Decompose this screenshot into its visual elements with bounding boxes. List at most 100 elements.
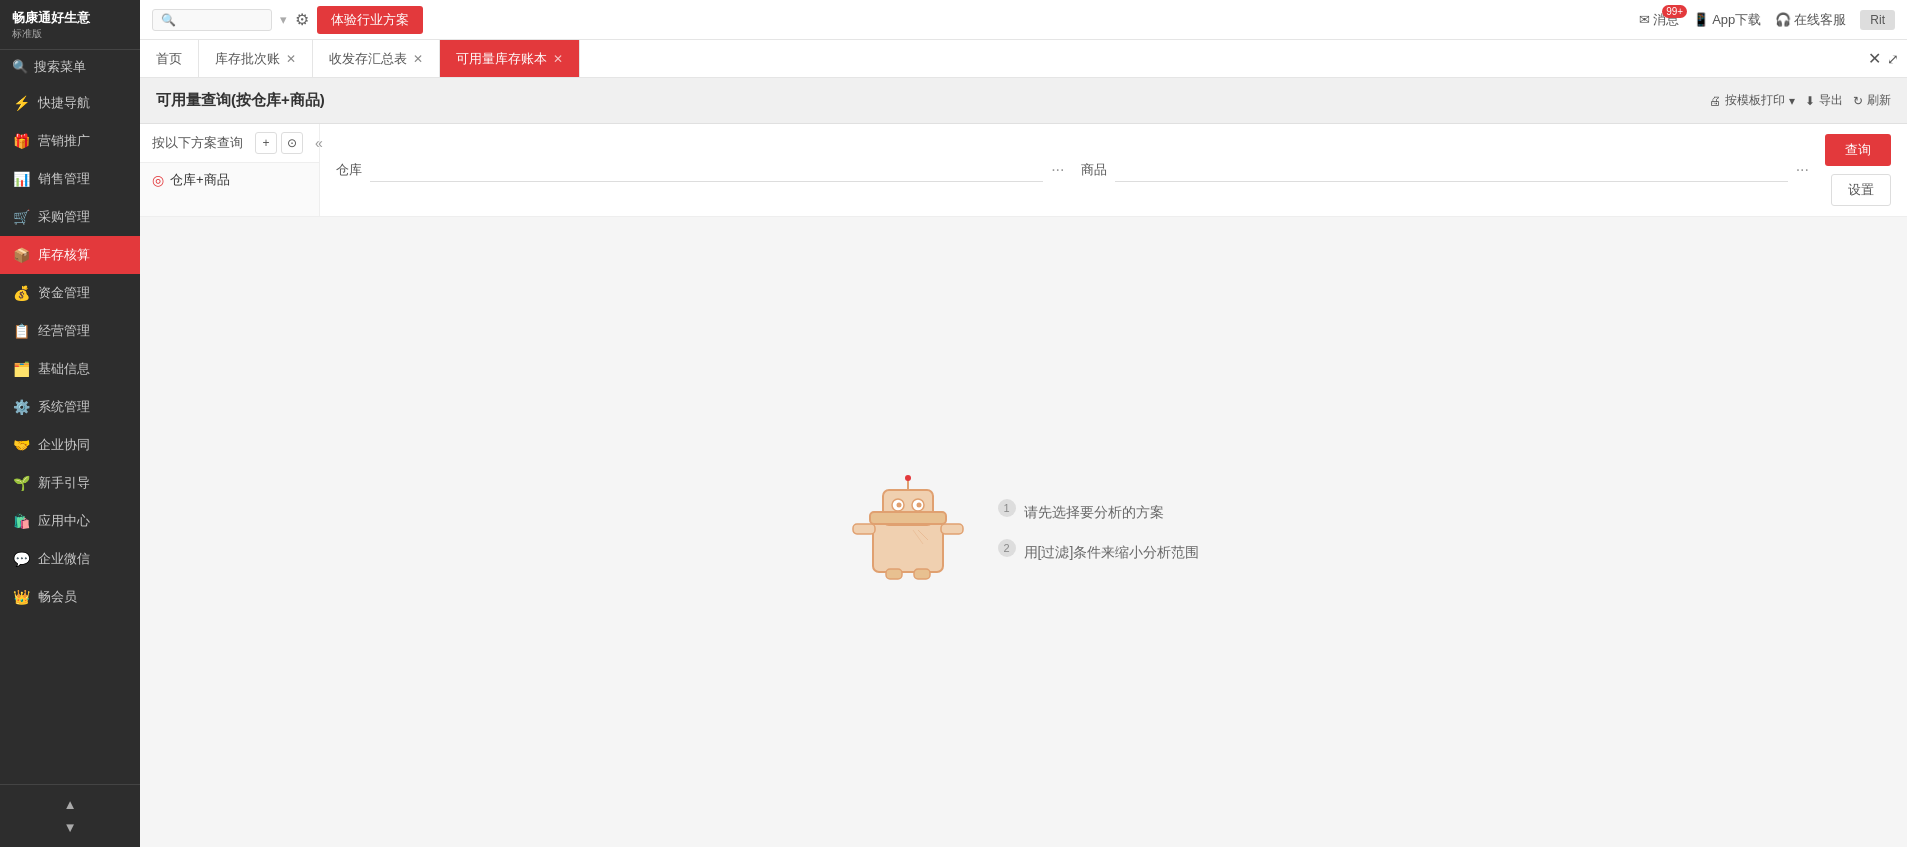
sidebar-item-label: 企业微信: [38, 550, 90, 568]
tab-available-label: 可用量库存账本: [456, 50, 547, 68]
filter-label: 按以下方案查询: [152, 134, 243, 152]
filter-row: 按以下方案查询 + ⊙ «: [140, 124, 319, 163]
marketing-icon: 🎁: [12, 133, 30, 149]
warehouse-input[interactable]: [370, 158, 1043, 182]
sidebar-item-label: 库存核算: [38, 246, 90, 264]
finance-icon: 💰: [12, 285, 30, 301]
refresh-label: 刷新: [1867, 92, 1891, 109]
svg-point-5: [916, 503, 921, 508]
sidebar-item-sales[interactable]: 📊 销售管理: [0, 160, 140, 198]
scheme-panel: 按以下方案查询 + ⊙ « ◎ 仓库+商品: [140, 124, 320, 216]
step-1-text: 请先选择要分析的方案: [1024, 498, 1164, 526]
svg-rect-8: [870, 512, 946, 524]
sidebar-item-appstore[interactable]: 🛍️ 应用中心: [0, 502, 140, 540]
tab-batch[interactable]: 库存批次账 ✕: [199, 40, 313, 77]
close-all-tabs-button[interactable]: ✕: [1868, 49, 1881, 68]
refresh-icon: ↻: [1853, 94, 1863, 108]
tab-batch-close[interactable]: ✕: [286, 52, 296, 66]
scheme-item-warehouse-goods[interactable]: ◎ 仓库+商品: [140, 163, 319, 197]
goods-label: 商品: [1081, 161, 1107, 179]
sidebar-item-operation[interactable]: 📋 经营管理: [0, 312, 140, 350]
warehouse-label: 仓库: [336, 161, 362, 179]
guide-icon: 🌱: [12, 475, 30, 491]
tab-home-label: 首页: [156, 50, 182, 68]
sidebar-item-system[interactable]: ⚙️ 系统管理: [0, 388, 140, 426]
query-button[interactable]: 查询: [1825, 134, 1891, 166]
warehouse-field: 仓库 ···: [336, 158, 1065, 182]
sidebar-item-quicknav[interactable]: ⚡ 快捷导航: [0, 84, 140, 122]
settings-scheme-button[interactable]: ⊙: [281, 132, 303, 154]
sidebar-item-label: 应用中心: [38, 512, 90, 530]
sidebar-item-label: 销售管理: [38, 170, 90, 188]
notification-badge: 99+: [1662, 5, 1687, 18]
user-menu[interactable]: Rit: [1860, 10, 1895, 30]
svg-point-4: [896, 503, 901, 508]
tab-available-close[interactable]: ✕: [553, 52, 563, 66]
service-label: 在线客服: [1794, 11, 1846, 29]
tab-home[interactable]: 首页: [140, 40, 199, 77]
print-button[interactable]: 🖨 按模板打印 ▾: [1709, 92, 1795, 109]
sidebar-item-inventory[interactable]: 📦 库存核算: [0, 236, 140, 274]
tab-batch-label: 库存批次账: [215, 50, 280, 68]
purchase-icon: 🛒: [12, 209, 30, 225]
topbar: 🔍 ▾ ⚙ 体验行业方案 ✉ 消息 99+ 📱 App下载 🎧 在线客服 Rit: [140, 0, 1907, 40]
system-icon: ⚙️: [12, 399, 30, 415]
sidebar-item-enterprise[interactable]: 🤝 企业协同: [0, 426, 140, 464]
print-icon: 🖨: [1709, 94, 1721, 108]
filter-area: 按以下方案查询 + ⊙ « ◎ 仓库+商品 仓库 ··· 商品: [140, 124, 1907, 217]
sidebar-item-basics[interactable]: 🗂️ 基础信息: [0, 350, 140, 388]
brand-name: 畅康通好生意: [12, 10, 128, 27]
sales-icon: 📊: [12, 171, 30, 187]
goods-more-button[interactable]: ···: [1796, 161, 1809, 179]
scheme-icon: ◎: [152, 172, 164, 188]
inventory-icon: 📦: [12, 247, 30, 263]
add-scheme-button[interactable]: +: [255, 132, 277, 154]
svg-rect-11: [886, 569, 902, 579]
page-title: 可用量查询(按仓库+商品): [156, 91, 1709, 110]
notification-button[interactable]: ✉ 消息 99+: [1639, 11, 1679, 29]
trial-button[interactable]: 体验行业方案: [317, 6, 423, 34]
expand-button[interactable]: ⤢: [1887, 51, 1899, 67]
sidebar-item-label: 企业协同: [38, 436, 90, 454]
sidebar-item-label: 营销推广: [38, 132, 90, 150]
svg-rect-12: [914, 569, 930, 579]
sidebar-item-finance[interactable]: 💰 资金管理: [0, 274, 140, 312]
tabbar: 首页 库存批次账 ✕ 收发存汇总表 ✕ 可用量库存账本 ✕ ✕ ⤢: [140, 40, 1907, 78]
tab-available[interactable]: 可用量库存账本 ✕: [440, 40, 580, 77]
topbar-dropdown-icon[interactable]: ▾: [280, 12, 287, 27]
export-icon: ⬇: [1805, 94, 1815, 108]
sidebar-item-member[interactable]: 👑 畅会员: [0, 578, 140, 616]
sidebar-item-label: 快捷导航: [38, 94, 90, 112]
export-button[interactable]: ⬇ 导出: [1805, 92, 1843, 109]
sidebar-item-wechat[interactable]: 💬 企业微信: [0, 540, 140, 578]
sidebar-item-purchase[interactable]: 🛒 采购管理: [0, 198, 140, 236]
svg-point-7: [905, 475, 911, 481]
goods-input[interactable]: [1115, 158, 1788, 182]
search-icon: 🔍: [12, 59, 28, 74]
sidebar-scroll-down[interactable]: ▼: [12, 816, 128, 839]
topbar-gear-icon[interactable]: ⚙: [295, 10, 309, 29]
sidebar-item-label: 资金管理: [38, 284, 90, 302]
sidebar-item-marketing[interactable]: 🎁 营销推广: [0, 122, 140, 160]
filter-fields-area: 仓库 ··· 商品 ··· 查询 设置: [320, 124, 1907, 216]
tab-summary[interactable]: 收发存汇总表 ✕: [313, 40, 440, 77]
sidebar-search[interactable]: 🔍 搜索菜单: [0, 50, 140, 84]
tabbar-end: ✕ ⤢: [1860, 40, 1907, 77]
online-service-button[interactable]: 🎧 在线客服: [1775, 11, 1846, 29]
app-download-button[interactable]: 📱 App下载: [1693, 11, 1761, 29]
refresh-button[interactable]: ↻ 刷新: [1853, 92, 1891, 109]
topbar-search[interactable]: 🔍: [152, 9, 272, 31]
empty-step-2: 2 用[过滤]条件来缩小分析范围: [998, 538, 1200, 566]
quicknav-icon: ⚡: [12, 95, 30, 111]
settings-button[interactable]: 设置: [1831, 174, 1891, 206]
empty-state: 1 请先选择要分析的方案 2 用[过滤]条件来缩小分析范围: [140, 217, 1907, 847]
enterprise-icon: 🤝: [12, 437, 30, 453]
sidebar-item-label: 基础信息: [38, 360, 90, 378]
print-dropdown-icon[interactable]: ▾: [1789, 94, 1795, 108]
tab-summary-close[interactable]: ✕: [413, 52, 423, 66]
svg-rect-9: [853, 524, 875, 534]
warehouse-more-button[interactable]: ···: [1051, 161, 1064, 179]
sidebar-nav: ⚡ 快捷导航 🎁 营销推广 📊 销售管理 🛒 采购管理 📦 库存核算 💰 资金管…: [0, 84, 140, 784]
sidebar-scroll-up[interactable]: ▲: [12, 793, 128, 816]
sidebar-item-guide[interactable]: 🌱 新手引导: [0, 464, 140, 502]
